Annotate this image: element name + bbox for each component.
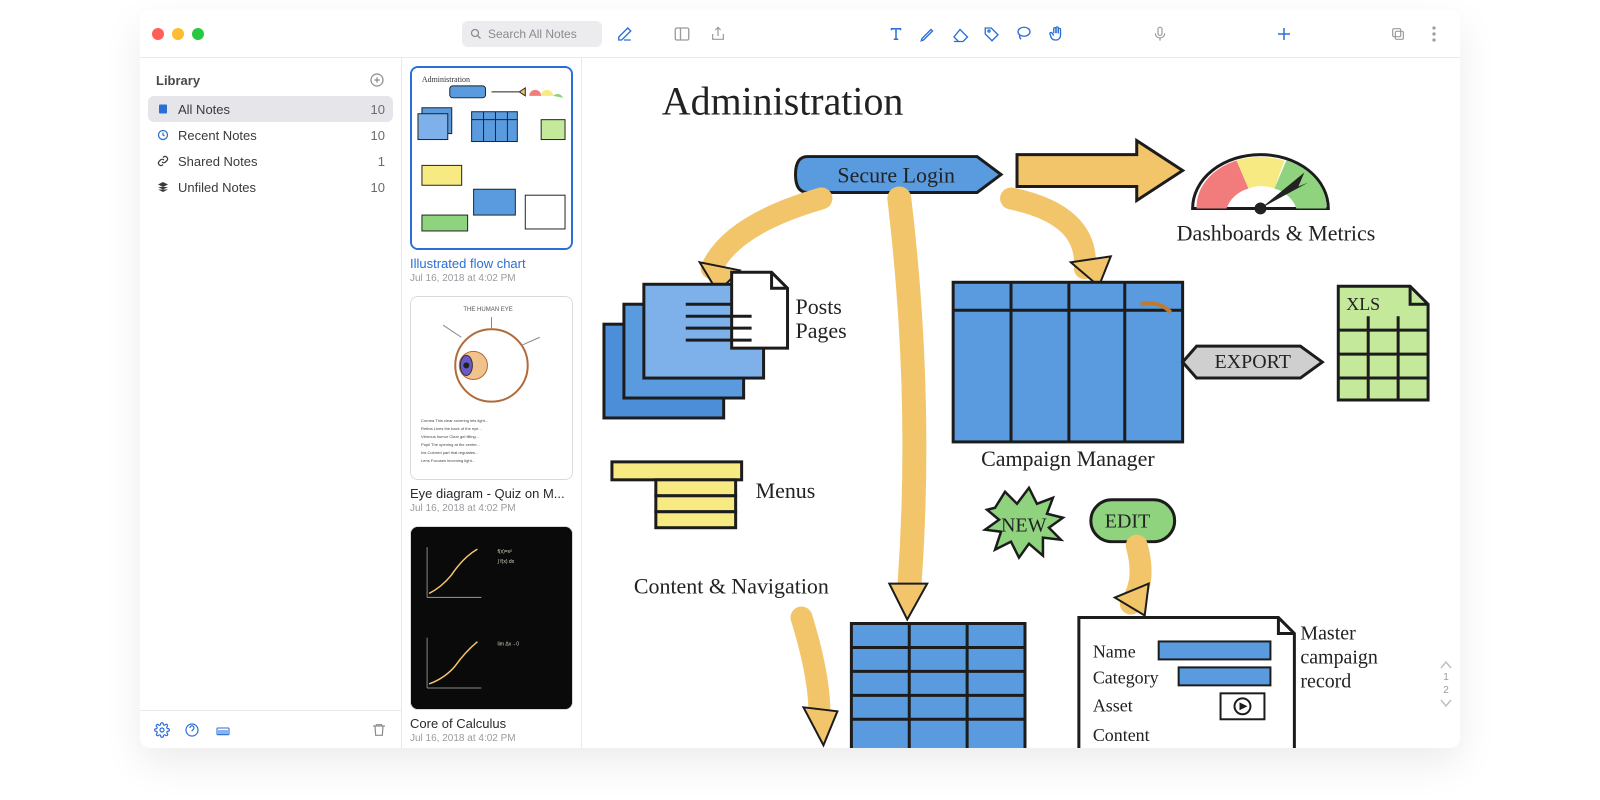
copy-button[interactable] (1384, 20, 1412, 48)
note-item[interactable]: f(x)=x² ∫ f(x) dx lim Δx→0 Core of Calcu… (410, 526, 573, 744)
svg-text:Iris Colored part that regula: Iris Colored part that regulates... (421, 450, 478, 455)
microphone-button[interactable] (1146, 20, 1174, 48)
sidebar-item-label: Unfiled Notes (178, 180, 256, 195)
svg-text:Posts: Posts (796, 294, 842, 319)
svg-text:Content: Content (1093, 725, 1150, 745)
sidebar-item-count: 10 (371, 128, 385, 143)
search-input[interactable]: Search All Notes (462, 21, 602, 47)
svg-text:Secure Login: Secure Login (837, 163, 955, 188)
note-canvas[interactable]: Administration Secure Login Dashboards &… (582, 58, 1460, 748)
svg-text:Retina Lines the back of the: Retina Lines the back of the eye... (421, 426, 482, 431)
svg-text:Administration: Administration (422, 75, 470, 84)
note-item[interactable]: Administration (410, 66, 573, 284)
svg-text:Menus: Menus (756, 478, 816, 503)
eraser-tool-button[interactable] (946, 20, 974, 48)
sidebar-item-label: Shared Notes (178, 154, 258, 169)
stack-icon (156, 181, 170, 193)
app-window: Search All Notes (140, 10, 1460, 748)
note-title: Eye diagram - Quiz on M... (410, 486, 573, 501)
note-title: Illustrated flow chart (410, 256, 573, 271)
sidebar-item-count: 1 (378, 154, 385, 169)
sidebar-item-shared-notes[interactable]: Shared Notes 1 (148, 148, 393, 174)
trash-button[interactable] (371, 722, 387, 738)
sidebar-item-unfiled-notes[interactable]: Unfiled Notes 10 (148, 174, 393, 200)
svg-text:Dashboards & Metrics: Dashboards & Metrics (1177, 220, 1376, 245)
notes-icon (156, 103, 170, 115)
sidebar-item-label: Recent Notes (178, 128, 257, 143)
svg-text:EXPORT: EXPORT (1215, 351, 1291, 373)
share-button[interactable] (704, 20, 732, 48)
svg-text:Vitreous humor Clear gel fill: Vitreous humor Clear gel filling... (421, 434, 479, 439)
compose-button[interactable] (610, 20, 638, 48)
link-icon (156, 155, 170, 167)
sidebar-item-count: 10 (371, 180, 385, 195)
svg-text:Content & Navigation: Content & Navigation (634, 574, 829, 599)
notes-list[interactable]: Administration (402, 58, 582, 748)
lasso-tool-button[interactable] (1010, 20, 1038, 48)
note-date: Jul 16, 2018 at 4:02 PM (410, 273, 573, 284)
view-mode-button[interactable] (668, 20, 696, 48)
svg-text:lim Δx→0: lim Δx→0 (498, 642, 520, 648)
page-next-button[interactable] (1440, 698, 1452, 708)
svg-text:Name: Name (1093, 641, 1136, 661)
svg-text:Category: Category (1093, 667, 1159, 687)
drawing-tools (882, 20, 1070, 48)
page-indicator: 1 2 (1440, 660, 1452, 708)
svg-text:NEW: NEW (1001, 515, 1047, 537)
add-library-button[interactable] (369, 72, 385, 88)
note-date: Jul 16, 2018 at 4:02 PM (410, 733, 573, 744)
svg-text:campaign: campaign (1300, 646, 1378, 668)
svg-text:EDIT: EDIT (1105, 511, 1150, 533)
note-thumbnail: f(x)=x² ∫ f(x) dx lim Δx→0 (410, 526, 573, 710)
settings-button[interactable] (154, 722, 170, 738)
page-current: 1 (1443, 672, 1449, 683)
more-button[interactable] (1420, 20, 1448, 48)
zoom-window-button[interactable] (192, 28, 204, 40)
svg-text:Pages: Pages (796, 318, 847, 343)
sidebar-item-all-notes[interactable]: All Notes 10 (148, 96, 393, 122)
help-button[interactable] (184, 722, 200, 738)
svg-text:THE HUMAN EYE: THE HUMAN EYE (463, 307, 512, 313)
sidebar-footer (140, 710, 401, 748)
minimize-window-button[interactable] (172, 28, 184, 40)
text-tool-button[interactable] (882, 20, 910, 48)
toolbar: Search All Notes (140, 10, 1460, 58)
sidebar-item-recent-notes[interactable]: Recent Notes 10 (148, 122, 393, 148)
svg-text:Master: Master (1300, 622, 1356, 644)
pencil-tool-button[interactable] (914, 20, 942, 48)
svg-text:record: record (1300, 670, 1351, 692)
svg-text:Cornea This clear covering le: Cornea This clear covering lets light... (421, 418, 488, 423)
window-controls (152, 28, 204, 40)
sidebar-item-label: All Notes (178, 102, 230, 117)
svg-text:Pupil The opening at the cent: Pupil The opening at the center... (421, 442, 480, 447)
main: Library All Notes 10 Recent Notes 10 (140, 58, 1460, 748)
hand-tool-button[interactable] (1042, 20, 1070, 48)
add-button[interactable] (1270, 20, 1298, 48)
svg-text:Administration: Administration (662, 79, 904, 124)
tag-tool-button[interactable] (978, 20, 1006, 48)
svg-text:∫ f(x) dx: ∫ f(x) dx (497, 559, 515, 565)
svg-text:f(x)=x²: f(x)=x² (498, 549, 513, 555)
svg-text:XLS: XLS (1346, 294, 1380, 314)
note-thumbnail: Administration (410, 66, 573, 250)
note-date: Jul 16, 2018 at 4:02 PM (410, 503, 573, 514)
note-title: Core of Calculus (410, 716, 573, 731)
note-item[interactable]: THE HUMAN EYE Cornea This clear covering… (410, 296, 573, 514)
search-icon (470, 28, 482, 40)
svg-text:Asset: Asset (1093, 695, 1133, 715)
keyboard-button[interactable] (214, 722, 232, 738)
page-total: 2 (1443, 685, 1449, 696)
library-title: Library (156, 73, 200, 88)
sidebar-item-count: 10 (371, 102, 385, 117)
sidebar: Library All Notes 10 Recent Notes 10 (140, 58, 402, 748)
page-prev-button[interactable] (1440, 660, 1452, 670)
clock-icon (156, 129, 170, 141)
note-thumbnail: THE HUMAN EYE Cornea This clear covering… (410, 296, 573, 480)
canvas-drawing: Administration Secure Login Dashboards &… (582, 58, 1460, 748)
search-placeholder: Search All Notes (488, 27, 577, 41)
svg-text:Campaign Manager: Campaign Manager (981, 446, 1155, 471)
svg-text:Lens Focuses incoming light..: Lens Focuses incoming light... (421, 458, 475, 463)
close-window-button[interactable] (152, 28, 164, 40)
